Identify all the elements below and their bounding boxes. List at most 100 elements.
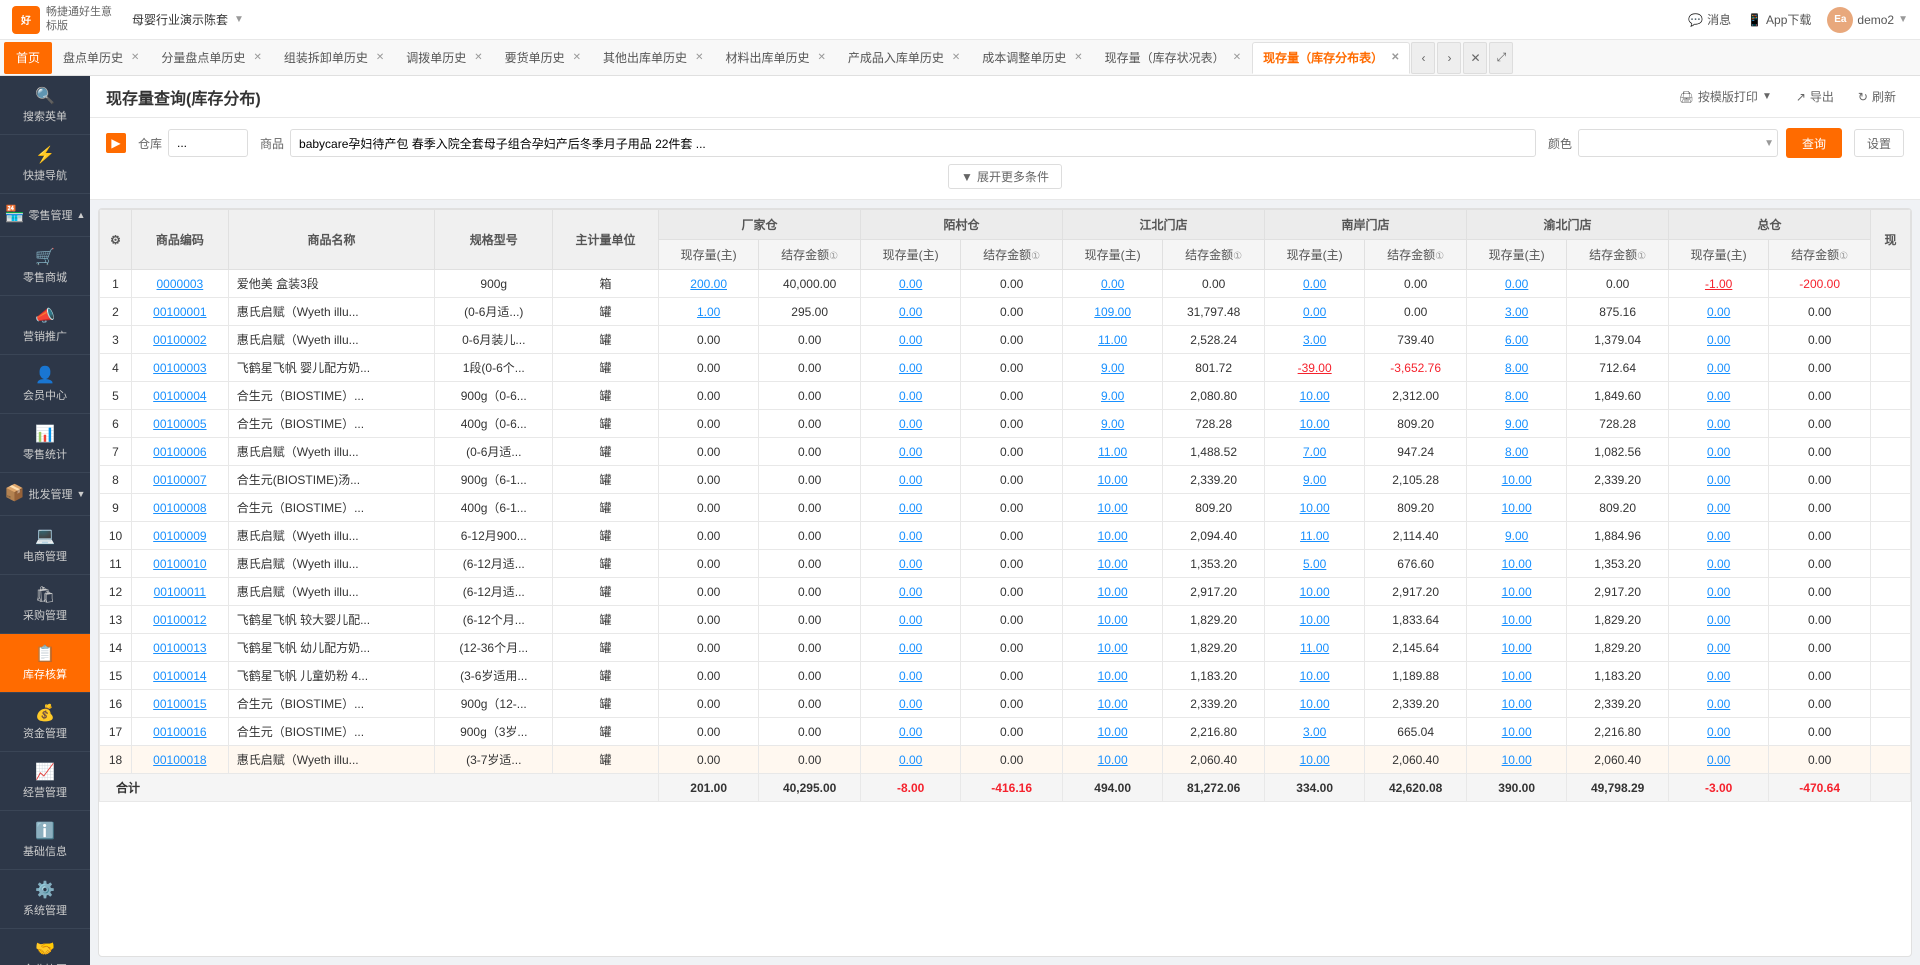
tab-7[interactable]: 材料出库单历史 ✕ xyxy=(714,42,836,74)
tab-close-icon[interactable]: ✕ xyxy=(474,52,482,63)
filter-expand-arrow[interactable]: ▶ xyxy=(106,133,126,153)
row-mocun-qty[interactable]: 0.00 xyxy=(860,354,960,382)
sidebar-item-marketing[interactable]: 📣 营销推广 xyxy=(0,296,90,355)
row-yubei-qty[interactable]: 8.00 xyxy=(1466,354,1566,382)
row-factory-qty[interactable]: 0.00 xyxy=(658,662,758,690)
row-factory-qty[interactable]: 0.00 xyxy=(658,494,758,522)
row-mocun-qty[interactable]: 0.00 xyxy=(860,298,960,326)
settings-btn[interactable]: 设置 xyxy=(1854,129,1904,157)
row-jiangbei-qty[interactable]: 11.00 xyxy=(1062,438,1162,466)
row-yubei-qty[interactable]: 8.00 xyxy=(1466,438,1566,466)
row-nanan-qty[interactable]: 11.00 xyxy=(1264,634,1364,662)
sidebar-item-inventory[interactable]: 📋 库存核算 xyxy=(0,634,90,693)
tab-3[interactable]: 组装拆卸单历史 ✕ xyxy=(273,42,395,74)
row-nanan-qty[interactable]: 10.00 xyxy=(1264,578,1364,606)
row-nanan-qty[interactable]: 10.00 xyxy=(1264,410,1364,438)
row-mocun-qty[interactable]: 0.00 xyxy=(860,690,960,718)
row-total-qty[interactable]: 0.00 xyxy=(1668,410,1768,438)
tab-close-all-btn[interactable]: ✕ xyxy=(1463,42,1487,74)
row-mocun-qty[interactable]: 0.00 xyxy=(860,522,960,550)
row-total-qty[interactable]: 0.00 xyxy=(1668,550,1768,578)
sidebar-item-wholesale[interactable]: 📦 批发管理 ▼ xyxy=(0,473,90,516)
sidebar-item-membership[interactable]: 👤 会员中心 xyxy=(0,355,90,414)
row-mocun-qty[interactable]: 0.00 xyxy=(860,494,960,522)
row-factory-qty[interactable]: 0.00 xyxy=(658,746,758,774)
row-nanan-qty[interactable]: 3.00 xyxy=(1264,326,1364,354)
row-jiangbei-qty[interactable]: 9.00 xyxy=(1062,354,1162,382)
tab-close-icon[interactable]: ✕ xyxy=(817,52,825,63)
row-yubei-qty[interactable]: 8.00 xyxy=(1466,382,1566,410)
info-circle-icon[interactable]: ① xyxy=(1839,251,1848,262)
tab-6[interactable]: 其他出库单历史 ✕ xyxy=(592,42,714,74)
sidebar-item-ecommerce[interactable]: 💻 电商管理 xyxy=(0,516,90,575)
row-factory-qty[interactable]: 0.00 xyxy=(658,718,758,746)
row-total-qty[interactable]: 0.00 xyxy=(1668,326,1768,354)
sidebar-item-search[interactable]: 🔍 搜索英单 xyxy=(0,76,90,135)
info-circle-icon[interactable]: ① xyxy=(829,251,838,262)
tab-5[interactable]: 要货单历史 ✕ xyxy=(494,42,592,74)
settings-icon[interactable]: ⚙ xyxy=(110,233,121,247)
row-nanan-qty[interactable]: -39.00 xyxy=(1264,354,1364,382)
row-mocun-qty[interactable]: 0.00 xyxy=(860,326,960,354)
tab-9[interactable]: 成本调整单历史 ✕ xyxy=(971,42,1093,74)
sidebar-item-finance[interactable]: 💰 资金管理 xyxy=(0,693,90,752)
tab-close-icon[interactable]: ✕ xyxy=(253,52,261,63)
row-factory-qty[interactable]: 0.00 xyxy=(658,382,758,410)
row-nanan-qty[interactable]: 10.00 xyxy=(1264,690,1364,718)
row-nanan-qty[interactable]: 3.00 xyxy=(1264,718,1364,746)
row-total-qty[interactable]: 0.00 xyxy=(1668,746,1768,774)
row-factory-qty[interactable]: 0.00 xyxy=(658,634,758,662)
row-yubei-qty[interactable]: 10.00 xyxy=(1466,606,1566,634)
expand-more-btn[interactable]: ▼ 展开更多条件 xyxy=(948,164,1062,189)
info-circle-icon[interactable]: ① xyxy=(1435,251,1444,262)
sidebar-item-collab[interactable]: 🤝 企业协同 xyxy=(0,929,90,965)
row-nanan-qty[interactable]: 9.00 xyxy=(1264,466,1364,494)
tab-close-icon[interactable]: ✕ xyxy=(695,52,703,63)
warehouse-input[interactable] xyxy=(168,129,248,157)
row-total-qty[interactable]: 0.00 xyxy=(1668,606,1768,634)
tab-close-icon[interactable]: ✕ xyxy=(1074,52,1082,63)
sidebar-item-retail-mgmt[interactable]: 🏪 零售管理 ▲ xyxy=(0,194,90,237)
tab-10[interactable]: 现存量（库存状况表） ✕ xyxy=(1094,42,1252,74)
sidebar-item-operations[interactable]: 📈 经营管理 xyxy=(0,752,90,811)
row-mocun-qty[interactable]: 0.00 xyxy=(860,466,960,494)
row-total-qty[interactable]: 0.00 xyxy=(1668,578,1768,606)
color-input[interactable] xyxy=(1578,129,1778,157)
row-jiangbei-qty[interactable]: 10.00 xyxy=(1062,690,1162,718)
row-yubei-qty[interactable]: 0.00 xyxy=(1466,270,1566,298)
row-factory-qty[interactable]: 0.00 xyxy=(658,354,758,382)
row-mocun-qty[interactable]: 0.00 xyxy=(860,606,960,634)
sidebar-item-system[interactable]: ⚙️ 系统管理 xyxy=(0,870,90,929)
row-jiangbei-qty[interactable]: 10.00 xyxy=(1062,634,1162,662)
row-total-qty[interactable]: 0.00 xyxy=(1668,634,1768,662)
sidebar-item-basic-info[interactable]: ℹ️ 基础信息 xyxy=(0,811,90,870)
row-nanan-qty[interactable]: 10.00 xyxy=(1264,494,1364,522)
industry-selector[interactable]: 母婴行业演示陈套 ▼ xyxy=(132,11,244,28)
row-nanan-qty[interactable]: 10.00 xyxy=(1264,606,1364,634)
tab-2[interactable]: 分量盘点单历史 ✕ xyxy=(150,42,272,74)
row-factory-qty[interactable]: 0.00 xyxy=(658,326,758,354)
tab-next-btn[interactable]: › xyxy=(1437,42,1461,74)
row-nanan-qty[interactable]: 0.00 xyxy=(1264,298,1364,326)
tab-home[interactable]: 首页 xyxy=(4,42,52,74)
user-menu[interactable]: Ea demo2 ▼ xyxy=(1827,7,1908,33)
row-mocun-qty[interactable]: 0.00 xyxy=(860,746,960,774)
row-yubei-qty[interactable]: 10.00 xyxy=(1466,466,1566,494)
row-yubei-qty[interactable]: 10.00 xyxy=(1466,578,1566,606)
row-factory-qty[interactable]: 0.00 xyxy=(658,438,758,466)
row-total-qty[interactable]: -1.00 xyxy=(1668,270,1768,298)
app-download-btn[interactable]: 📱 App下载 xyxy=(1747,11,1811,28)
sidebar-item-quicknav[interactable]: ⚡ 快捷导航 xyxy=(0,135,90,194)
row-yubei-qty[interactable]: 10.00 xyxy=(1466,662,1566,690)
tab-11-active[interactable]: 现存量（库存分布表） ✕ xyxy=(1252,42,1410,74)
row-total-qty[interactable]: 0.00 xyxy=(1668,382,1768,410)
row-nanan-qty[interactable]: 7.00 xyxy=(1264,438,1364,466)
row-factory-qty[interactable]: 0.00 xyxy=(658,606,758,634)
row-jiangbei-qty[interactable]: 9.00 xyxy=(1062,382,1162,410)
row-total-qty[interactable]: 0.00 xyxy=(1668,466,1768,494)
row-yubei-qty[interactable]: 9.00 xyxy=(1466,410,1566,438)
table-container[interactable]: ⚙ 商品编码 商品名称 规格型号 主计量单位 厂家仓 陌村仓 江北门店 南岸门店… xyxy=(98,208,1912,957)
goods-input[interactable] xyxy=(290,129,1536,157)
sidebar-item-retail-stats[interactable]: 📊 零售统计 xyxy=(0,414,90,473)
row-factory-qty[interactable]: 200.00 xyxy=(658,270,758,298)
